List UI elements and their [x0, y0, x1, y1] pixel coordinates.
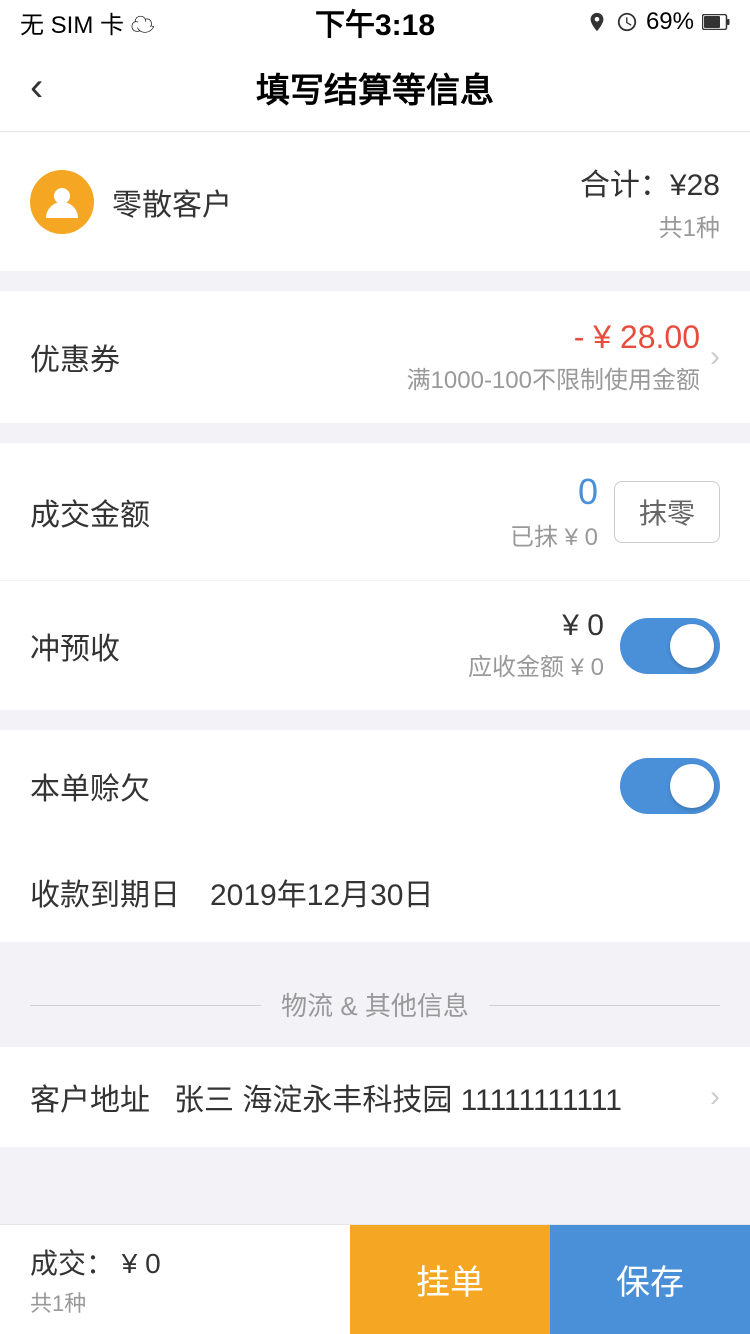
- coupon-values: - ¥ 28.00 满1000-100不限制使用金额: [407, 319, 700, 395]
- customer-summary: 合计：¥28 共1种: [580, 160, 720, 243]
- transaction-label: 成交金额: [30, 490, 150, 534]
- credit-right: [620, 758, 720, 814]
- coupon-section: 优惠券 - ¥ 28.00 满1000-100不限制使用金额 ›: [0, 291, 750, 423]
- bottom-bar: 成交： ¥ 0 共1种 挂单 保存: [0, 1224, 750, 1334]
- save-label: 保存: [616, 1255, 684, 1304]
- status-bar: 无 SIM 卡 ☁ 下午3:18 69%: [0, 0, 750, 44]
- location-icon: [586, 11, 608, 33]
- due-date-label: 收款到期日: [30, 870, 180, 914]
- transaction-section: 成交金额 0 已抹 ¥ 0 抹零 冲预收 ¥ 0 应收金额 ¥ 0: [0, 443, 750, 710]
- prepayment-right: ¥ 0 应收金额 ¥ 0: [468, 609, 720, 682]
- deal-label: 成交：: [30, 1248, 114, 1279]
- nav-bar: ‹ 填写结算等信息: [0, 44, 750, 132]
- address-section: 客户地址 张三 海淀永丰科技园 11111111111 ›: [0, 1047, 750, 1147]
- due-date-value: 2019年12月30日: [210, 870, 433, 914]
- credit-toggle[interactable]: [620, 758, 720, 814]
- alarm-icon: [616, 11, 638, 33]
- coupon-right: - ¥ 28.00 满1000-100不限制使用金额 ›: [407, 319, 720, 395]
- prepayment-value: ¥ 0: [468, 609, 604, 643]
- coupon-row[interactable]: 优惠券 - ¥ 28.00 满1000-100不限制使用金额 ›: [0, 291, 750, 423]
- coupon-desc: 满1000-100不限制使用金额: [407, 360, 700, 395]
- transaction-value: 0: [510, 471, 598, 513]
- status-time: 下午3:18: [315, 0, 435, 44]
- content: 零散客户 合计：¥28 共1种 优惠券 - ¥ 28.00 满1000-100不…: [0, 132, 750, 1287]
- prepayment-label: 冲预收: [30, 624, 120, 668]
- page-title: 填写结算等信息: [256, 63, 494, 112]
- customer-total: 合计：¥28: [580, 160, 720, 204]
- transaction-sub: 已抹 ¥ 0: [510, 517, 598, 552]
- hold-order-label: 挂单: [416, 1255, 484, 1304]
- bottom-info: 成交： ¥ 0 共1种: [0, 1242, 350, 1318]
- due-date-row: 收款到期日 2019年12月30日: [0, 842, 750, 942]
- credit-section: 本单赊欠 收款到期日 2019年12月30日: [0, 730, 750, 942]
- battery-icon: [702, 14, 730, 30]
- customer-left: 零散客户: [30, 170, 232, 234]
- person-icon: [42, 182, 82, 222]
- status-left: 无 SIM 卡 ☁: [20, 5, 155, 40]
- address-row[interactable]: 客户地址 张三 海淀永丰科技园 11111111111 ›: [0, 1047, 750, 1147]
- prepayment-row: 冲预收 ¥ 0 应收金额 ¥ 0: [0, 580, 750, 710]
- bottom-count: 共1种: [30, 1286, 320, 1318]
- transaction-row: 成交金额 0 已抹 ¥ 0 抹零: [0, 443, 750, 580]
- customer-name: 零散客户: [112, 180, 232, 224]
- transaction-amount-group: 0 已抹 ¥ 0: [510, 471, 598, 552]
- save-button[interactable]: 保存: [550, 1225, 750, 1334]
- prepayment-amount-group: ¥ 0 应收金额 ¥ 0: [468, 609, 604, 682]
- coupon-arrow-icon: ›: [710, 340, 720, 374]
- address-arrow-icon: ›: [710, 1080, 720, 1114]
- prepayment-sub: 应收金额 ¥ 0: [468, 647, 604, 682]
- address-value: 张三 海淀永丰科技园 11111111111: [174, 1075, 710, 1119]
- transaction-right: 0 已抹 ¥ 0 抹零: [510, 471, 720, 552]
- logistics-title: 物流 & 其他信息: [261, 986, 489, 1023]
- logistics-header: 物流 & 其他信息: [0, 962, 750, 1047]
- credit-row: 本单赊欠: [0, 730, 750, 842]
- sim-status: 无 SIM 卡 ☁: [20, 5, 155, 40]
- status-right: 69%: [586, 8, 730, 36]
- round-zero-button[interactable]: 抹零: [614, 481, 720, 543]
- deal-value: ¥ 0: [122, 1248, 161, 1279]
- bottom-deal: 成交： ¥ 0: [30, 1242, 320, 1282]
- customer-row: 零散客户 合计：¥28 共1种: [0, 132, 750, 271]
- battery-level: 69%: [646, 8, 694, 36]
- coupon-discount: - ¥ 28.00: [407, 319, 700, 356]
- address-label: 客户地址: [30, 1075, 150, 1119]
- hold-order-button[interactable]: 挂单: [350, 1225, 550, 1334]
- back-button[interactable]: ‹: [30, 65, 43, 110]
- customer-count: 共1种: [580, 208, 720, 243]
- prepayment-toggle[interactable]: [620, 618, 720, 674]
- credit-label: 本单赊欠: [30, 764, 150, 808]
- customer-avatar: [30, 170, 94, 234]
- coupon-label: 优惠券: [30, 335, 120, 379]
